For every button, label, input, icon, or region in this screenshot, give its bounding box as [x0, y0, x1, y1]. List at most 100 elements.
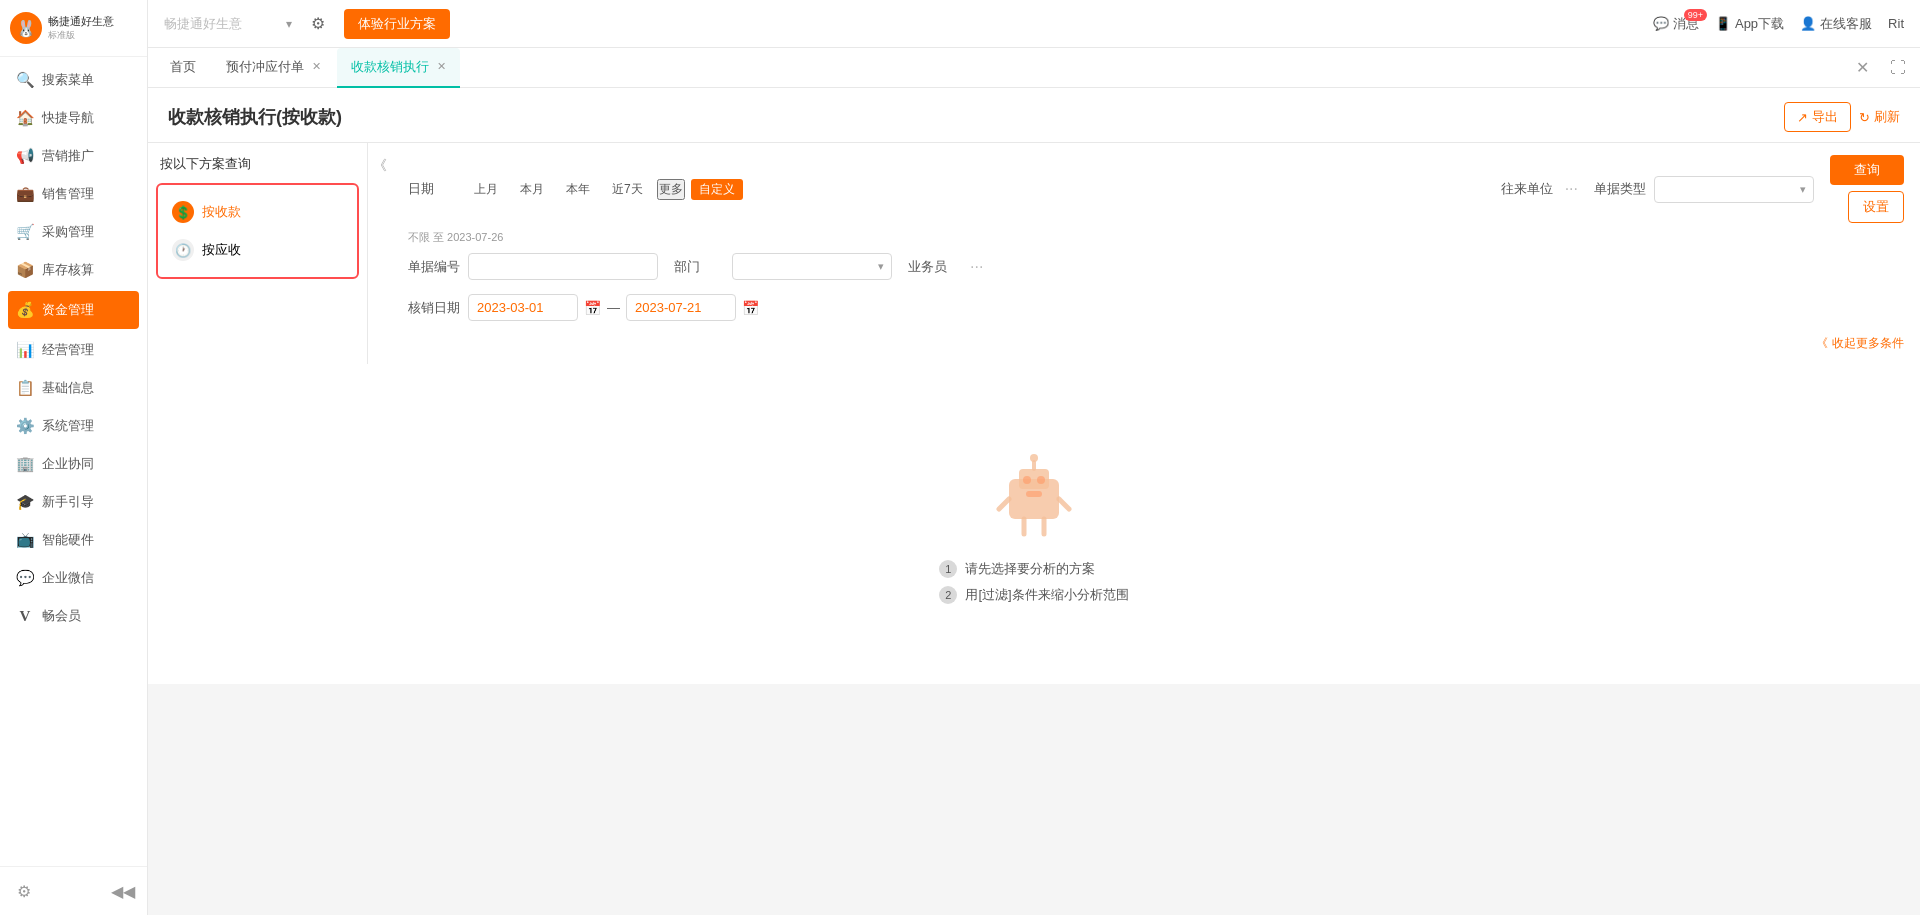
filter-sidebar: 按以下方案查询 💲 按收款 🕐 按应收: [148, 143, 368, 364]
filter-type-by-receipt[interactable]: 💲 按收款: [162, 193, 353, 231]
sidebar-item-sales[interactable]: 💼 销售管理: [0, 175, 147, 213]
sidebar-item-guide[interactable]: 🎓 新手引导: [0, 483, 147, 521]
tab-home[interactable]: 首页: [156, 48, 210, 88]
bill-type-label: 单据类型: [1594, 180, 1646, 198]
date-dash: —: [607, 300, 620, 315]
basic-icon: 📋: [16, 379, 34, 397]
date-btn-last-month[interactable]: 上月: [466, 179, 506, 200]
topbar-gear-icon[interactable]: ⚙: [304, 10, 332, 38]
sidebar-item-operation[interactable]: 📊 经营管理: [0, 331, 147, 369]
topbar-app-download[interactable]: 📱 App下载: [1715, 15, 1784, 33]
sidebar-item-member[interactable]: V 畅会员: [0, 597, 147, 635]
refresh-label: 刷新: [1874, 108, 1900, 126]
tab-prepay-label: 预付冲应付单: [226, 58, 304, 76]
date-btn-custom[interactable]: 自定义: [691, 179, 743, 200]
tab-collection[interactable]: 收款核销执行 ✕: [337, 48, 460, 88]
sidebar-item-enterprise[interactable]: 🏢 企业协同: [0, 445, 147, 483]
guide-icon: 🎓: [16, 493, 34, 511]
verify-date-cal-end-icon[interactable]: 📅: [742, 300, 759, 316]
sidebar-item-hardware[interactable]: 📺 智能硬件: [0, 521, 147, 559]
sidebar-label-guide: 新手引导: [42, 493, 94, 511]
topbar-user[interactable]: Rit: [1888, 16, 1904, 31]
settings-button[interactable]: 设置: [1848, 191, 1904, 223]
verify-date-end[interactable]: [626, 294, 736, 321]
date-btn-this-year[interactable]: 本年: [558, 179, 598, 200]
brand-chevron-icon: ▾: [286, 17, 292, 31]
date-btn-this-month[interactable]: 本月: [512, 179, 552, 200]
empty-state: 1 请先选择要分析的方案 2 用[过滤]条件来缩小分析范围: [148, 364, 1920, 684]
tabbar-expand-icon[interactable]: ⛶: [1884, 54, 1912, 82]
tip2-num: 2: [939, 586, 957, 604]
solution-button[interactable]: 体验行业方案: [344, 9, 450, 39]
sidebar-item-basic[interactable]: 📋 基础信息: [0, 369, 147, 407]
query-button[interactable]: 查询: [1830, 155, 1904, 185]
export-icon: ↗: [1797, 110, 1808, 125]
wechat-icon: 💬: [16, 569, 34, 587]
tab-collection-close-icon[interactable]: ✕: [437, 60, 446, 73]
topbar-message[interactable]: 💬 消息 99+: [1653, 15, 1699, 33]
verify-date-start[interactable]: [468, 294, 578, 321]
export-label: 导出: [1812, 108, 1838, 126]
member-icon: V: [16, 607, 34, 625]
system-icon: ⚙️: [16, 417, 34, 435]
sidebar-item-system[interactable]: ⚙️ 系统管理: [0, 407, 147, 445]
logo-icon: 🐰: [10, 12, 42, 44]
settings-bottom-icon[interactable]: ⚙: [8, 875, 40, 907]
sidebar-item-wechat[interactable]: 💬 企业微信: [0, 559, 147, 597]
collapse-more[interactable]: 《 收起更多条件: [408, 335, 1904, 352]
date-btn-last7[interactable]: 近7天: [604, 179, 651, 200]
sidebar-item-purchase[interactable]: 🛒 采购管理: [0, 213, 147, 251]
dept-label: 部门: [674, 258, 724, 276]
user-label: Rit: [1888, 16, 1904, 31]
date-unlimited-text: 不限 至 2023-07-26: [408, 231, 503, 243]
sidebar-item-inventory[interactable]: 📦 库存核算: [0, 251, 147, 289]
filter-collapse-icon[interactable]: 《: [373, 157, 387, 175]
sidebar-item-finance[interactable]: 💰 资金管理: [8, 291, 139, 329]
sidebar-label-enterprise: 企业协同: [42, 455, 94, 473]
sidebar-item-search[interactable]: 🔍 搜索菜单: [0, 61, 147, 99]
bill-type-select[interactable]: [1654, 176, 1814, 203]
topbar-service[interactable]: 👤 在线客服: [1800, 15, 1872, 33]
filter-collapse: 《: [368, 143, 392, 364]
filter-date-field: 日期 上月 本月 本年 近7天 更多 自定义: [408, 179, 743, 200]
sidebar-label-member: 畅会员: [42, 607, 81, 625]
sidebar-label-search: 搜索菜单: [42, 71, 94, 89]
dept-select-wrap: [732, 253, 892, 280]
message-icon: 💬: [1653, 16, 1669, 31]
tab-prepay[interactable]: 预付冲应付单 ✕: [212, 48, 335, 88]
filter-partner-field: 往来单位 ···: [1501, 180, 1578, 198]
sales-icon: 💼: [16, 185, 34, 203]
receivable-type-label: 按应收: [202, 241, 241, 259]
empty-tip-1: 1 请先选择要分析的方案: [939, 560, 1128, 578]
sidebar-label-marketing: 营销推广: [42, 147, 94, 165]
tabbar-close-all-icon[interactable]: ✕: [1848, 54, 1876, 82]
brand-input[interactable]: [164, 16, 274, 31]
logo-line1: 畅捷通好生意: [48, 14, 114, 28]
enterprise-icon: 🏢: [16, 455, 34, 473]
sidebar-logo: 🐰 畅捷通好生意 标准版: [0, 0, 147, 57]
service-icon: 👤: [1800, 16, 1816, 31]
dept-select[interactable]: [732, 253, 892, 280]
bill-no-input[interactable]: [468, 253, 658, 280]
sidebar-label-sales: 销售管理: [42, 185, 94, 203]
collapse-label: 收起更多条件: [1832, 335, 1904, 352]
inventory-icon: 📦: [16, 261, 34, 279]
refresh-button[interactable]: ↻ 刷新: [1859, 108, 1900, 126]
collapse-sidebar-icon[interactable]: ◀◀: [107, 875, 139, 907]
sidebar-item-marketing[interactable]: 📢 营销推广: [0, 137, 147, 175]
sidebar-nav: 🔍 搜索菜单 🏠 快捷导航 📢 营销推广 💼 销售管理 🛒 采购管理 📦 库存核…: [0, 57, 147, 866]
logo-text: 畅捷通好生意 标准版: [48, 14, 114, 41]
staff-dots-icon: ···: [970, 258, 983, 276]
sidebar-label-finance: 资金管理: [42, 301, 94, 319]
tab-prepay-close-icon[interactable]: ✕: [312, 60, 321, 73]
date-unlimited-hint: 不限 至 2023-07-26: [408, 229, 1904, 245]
tabbar-right: ✕ ⛶: [1848, 54, 1912, 82]
date-btn-more[interactable]: 更多: [657, 179, 685, 200]
verify-date-cal-start-icon[interactable]: 📅: [584, 300, 601, 316]
tip1-num: 1: [939, 560, 957, 578]
export-button[interactable]: ↗ 导出: [1784, 102, 1851, 132]
filter-type-by-receivable[interactable]: 🕐 按应收: [162, 231, 353, 269]
sidebar-label-wechat: 企业微信: [42, 569, 94, 587]
empty-tips: 1 请先选择要分析的方案 2 用[过滤]条件来缩小分析范围: [939, 560, 1128, 604]
sidebar-item-quick[interactable]: 🏠 快捷导航: [0, 99, 147, 137]
